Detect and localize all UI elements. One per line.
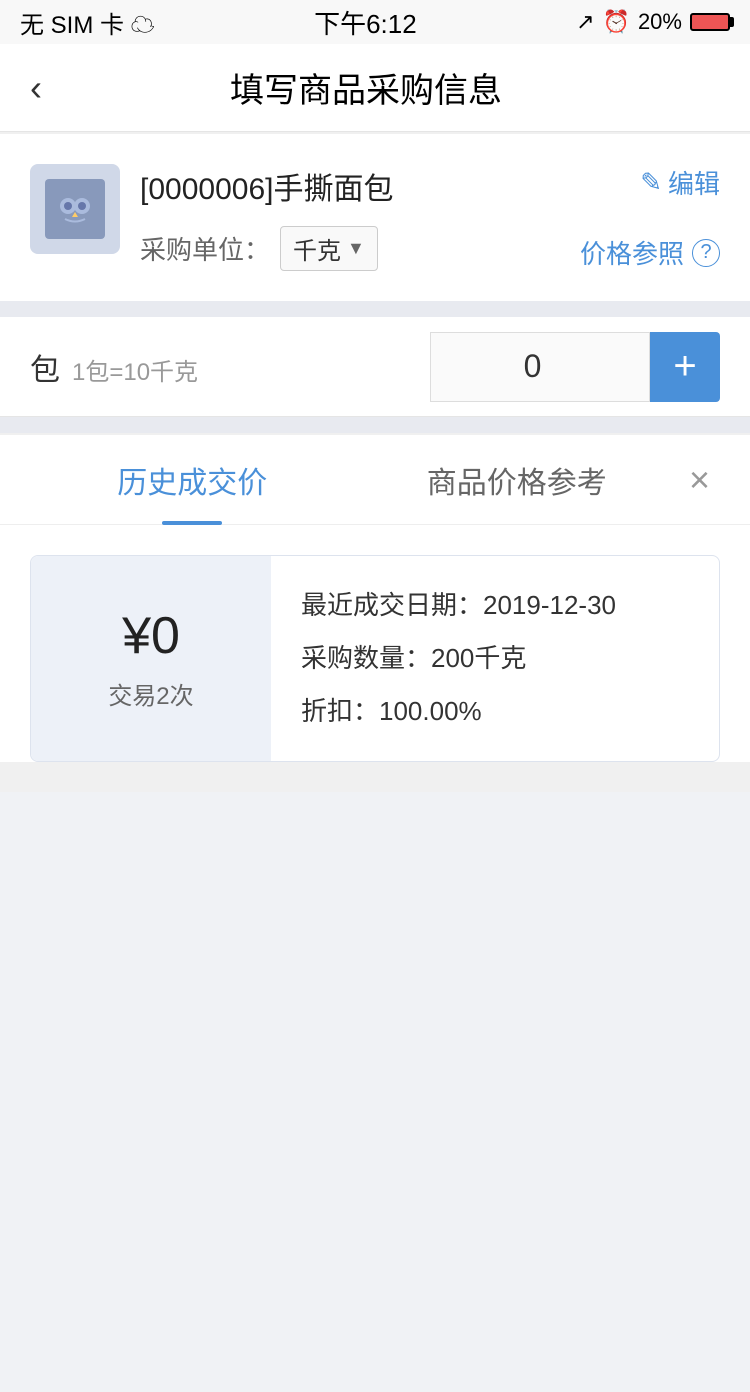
tab-header: 历史成交价 商品价格参考 × [0,435,750,525]
history-right: 最近成交日期：2019-12-30 采购数量：200千克 折扣：100.00% [271,556,719,761]
location-icon: ↗ [576,9,594,35]
status-left: 无 SIM 卡 ☁ [20,5,155,40]
price-ref-button[interactable]: 价格参照 ? [580,234,720,271]
tab-history-price[interactable]: 历史成交价 [30,435,354,525]
history-quantity-row: 采购数量：200千克 [301,639,689,678]
sim-label: 无 SIM 卡 ☁ [20,5,155,40]
unit-select[interactable]: 千克 ▼ [280,226,378,271]
close-button[interactable]: × [679,449,720,511]
quantity-unit: 包 [30,345,60,389]
qty-label: 采购数量： [301,643,431,673]
history-card: ¥0 交易2次 最近成交日期：2019-12-30 采购数量：200千克 折扣：… [30,555,720,762]
tab-product-price[interactable]: 商品价格参考 [354,435,678,525]
tab-history-label: 历史成交价 [117,458,267,502]
status-time: 下午6:12 [314,4,417,41]
tab-price-label: 商品价格参考 [427,458,607,502]
battery-icon [690,13,730,31]
unit-value: 千克 [293,231,341,266]
price-value: 0 [151,607,180,665]
quantity-row: 包 1包=10千克 + [0,317,750,417]
quantity-input[interactable] [430,332,650,402]
product-name: [0000006]手撕面包 [140,164,720,208]
price-symbol: ¥ [122,607,151,665]
main-background [0,792,750,1392]
battery-percent: 20% [638,9,682,35]
back-button[interactable]: ‹ [30,57,62,119]
unit-label: 采购单位： [140,230,270,267]
section-divider [0,301,750,317]
history-count: 交易2次 [108,676,193,711]
history-discount-row: 折扣：100.00% [301,692,689,731]
section-divider-2 [0,417,750,433]
tab-panel: 历史成交价 商品价格参考 × ¥0 交易2次 最近成交日期：2019-12-30… [0,435,750,762]
edit-button[interactable]: ✎ 编辑 [640,164,720,201]
product-thumbnail [45,179,105,239]
qty-value: 200千克 [431,643,526,673]
edit-label: 编辑 [668,164,720,201]
question-icon: ? [692,239,720,267]
discount-label: 折扣： [301,696,379,726]
alarm-icon: ⏰ [603,9,630,35]
edit-icon: ✎ [640,167,662,198]
quantity-hint: 1包=10千克 [72,352,198,387]
nav-bar: ‹ 填写商品采购信息 [0,44,750,132]
date-value: 2019-12-30 [483,590,616,620]
quantity-input-group: + [430,332,720,402]
history-price: ¥0 [122,606,180,666]
product-image [30,164,120,254]
chevron-down-icon: ▼ [347,238,365,259]
quantity-plus-button[interactable]: + [650,332,720,402]
page-title: 填写商品采购信息 [62,63,670,112]
quantity-label-group: 包 1包=10千克 [30,345,430,389]
price-ref-label: 价格参照 [580,234,684,271]
product-card: [0000006]手撕面包 采购单位： 千克 ▼ ✎ 编辑 价格参照 ? [0,134,750,301]
history-left: ¥0 交易2次 [31,556,271,761]
status-bar: 无 SIM 卡 ☁ 下午6:12 ↗ ⏰ 20% [0,0,750,44]
status-right: ↗ ⏰ 20% [576,9,730,35]
date-label: 最近成交日期： [301,590,483,620]
history-date-row: 最近成交日期：2019-12-30 [301,586,689,625]
discount-value: 100.00% [379,696,482,726]
